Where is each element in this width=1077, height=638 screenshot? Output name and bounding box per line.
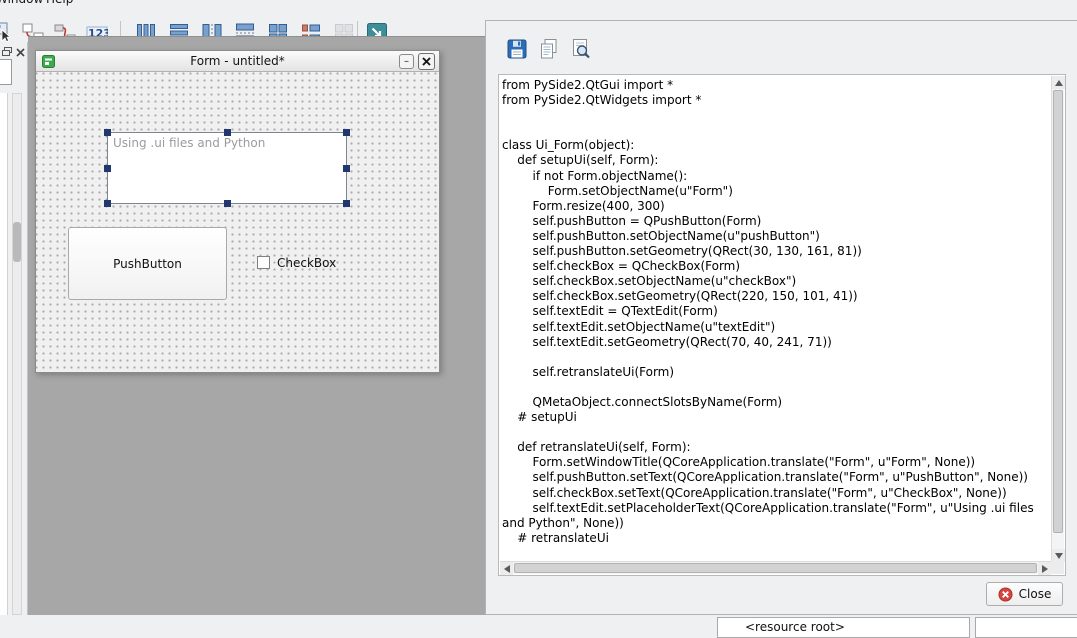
dock-close-icon	[16, 48, 25, 57]
selection-handle[interactable]	[104, 129, 111, 136]
copy-button[interactable]	[537, 37, 561, 61]
arrow-up-icon	[1055, 80, 1063, 86]
code-preview-dialog: from PySide2.QtGui import * from PySide2…	[485, 20, 1077, 615]
selection-handle[interactable]	[104, 200, 111, 207]
find-button[interactable]	[569, 37, 593, 61]
selection-handle[interactable]	[343, 129, 350, 136]
qt-designer-window: { "menubar": { "items": ["Window", "Help…	[0, 0, 1077, 638]
arrow-right-icon	[1042, 565, 1048, 573]
scroll-right-button[interactable]	[1038, 562, 1051, 575]
arrow-left-icon	[504, 565, 510, 573]
find-icon	[570, 38, 592, 60]
close-red-icon	[998, 587, 1013, 602]
close-button[interactable]: Close	[986, 582, 1063, 606]
bottom-right-panel	[975, 617, 1077, 638]
close-icon	[421, 56, 432, 67]
widget-filter-input[interactable]	[0, 59, 12, 85]
menubar: Window Help	[0, 0, 1077, 7]
resource-root-item[interactable]: <resource root>	[745, 620, 845, 634]
scrollbar-corner	[1051, 561, 1064, 574]
textedit-placeholder: Using .ui files and Python	[113, 136, 265, 150]
selection-handle[interactable]	[104, 165, 111, 172]
scrollbar-thumb[interactable]	[13, 222, 21, 262]
dock-float-icon	[2, 47, 12, 57]
dock-float-button[interactable]	[1, 46, 13, 58]
textedit-widget[interactable]: Using .ui files and Python	[107, 132, 347, 204]
pushbutton-label: PushButton	[113, 257, 182, 271]
widget-list-scrollbar[interactable]	[12, 93, 22, 615]
scroll-left-button[interactable]	[500, 562, 513, 575]
close-button-label: Close	[1019, 587, 1052, 601]
code-text[interactable]: from PySide2.QtGui import * from PySide2…	[502, 78, 1048, 559]
menu-help[interactable]: Help	[46, 0, 73, 6]
save-button[interactable]	[505, 37, 529, 61]
form-close-button[interactable]	[418, 53, 435, 70]
scroll-up-button[interactable]	[1052, 76, 1065, 89]
form-window-title: Form - untitled*	[36, 51, 439, 72]
menu-window[interactable]: Window	[0, 0, 43, 6]
form-canvas[interactable]: Using .ui files and Python PushButton Ch…	[36, 72, 439, 372]
resource-browser-panel[interactable]: <resource root>	[717, 617, 970, 638]
save-icon	[506, 38, 528, 60]
code-view: from PySide2.QtGui import * from PySide2…	[498, 74, 1066, 576]
arrow-down-icon	[1055, 553, 1063, 559]
selection-handle[interactable]	[224, 129, 231, 136]
horizontal-scrollbar[interactable]	[500, 561, 1051, 574]
selection-handle[interactable]	[224, 200, 231, 207]
scrollbar-thumb[interactable]	[1053, 90, 1063, 533]
left-dock-strip	[0, 42, 28, 615]
form-window-titlebar[interactable]: Form - untitled* –	[36, 51, 439, 72]
edit-widgets-icon	[0, 22, 14, 44]
pushbutton-widget[interactable]: PushButton	[68, 227, 227, 300]
form-editor-window: Form - untitled* – Using .ui files and P…	[35, 50, 440, 373]
selection-handle[interactable]	[343, 200, 350, 207]
checkbox-label: CheckBox	[277, 256, 336, 270]
scrollbar-thumb[interactable]	[514, 563, 1037, 573]
widget-list-edge	[0, 93, 8, 615]
vertical-scrollbar[interactable]	[1051, 76, 1064, 562]
dock-close-button[interactable]	[14, 46, 26, 58]
checkbox-widget[interactable]: CheckBox	[257, 254, 336, 271]
selection-handle[interactable]	[343, 165, 350, 172]
form-minimize-button[interactable]: –	[399, 54, 414, 69]
checkbox-box[interactable]	[257, 256, 270, 269]
copy-icon	[538, 38, 560, 60]
